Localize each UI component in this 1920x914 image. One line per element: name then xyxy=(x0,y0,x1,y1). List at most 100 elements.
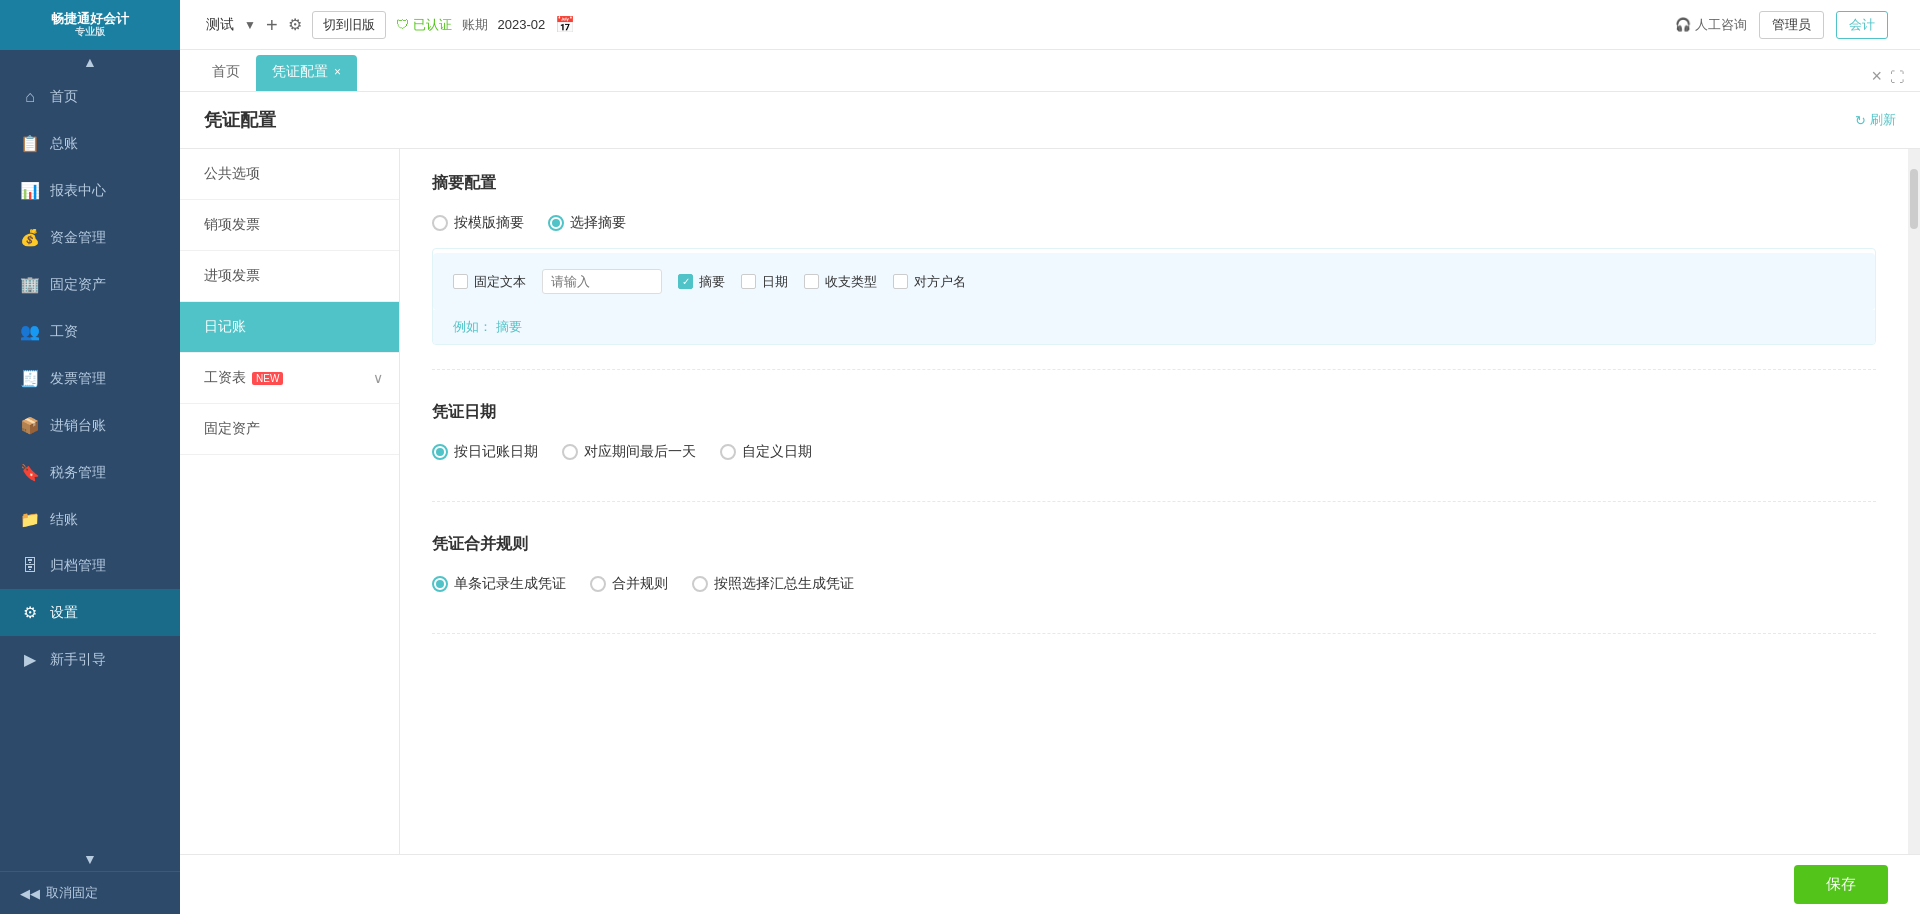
template-summary-option[interactable]: 按模版摘要 xyxy=(432,214,524,232)
menu-payroll-table[interactable]: 工资表 NEW ∨ xyxy=(180,353,399,404)
menu-public-options[interactable]: 公共选项 xyxy=(180,149,399,200)
fixed-text-check[interactable] xyxy=(453,274,468,289)
sidebar-item-capital[interactable]: 💰 资金管理 xyxy=(0,214,180,261)
calendar-icon[interactable]: 📅 xyxy=(555,15,575,34)
logo-main: 畅捷通好会计 xyxy=(51,11,129,27)
home-icon: ⌂ xyxy=(20,88,40,106)
voucher-merge-radio-group: 单条记录生成凭证 合并规则 按照选择汇总生成凭证 xyxy=(432,575,1876,593)
counterparty-check[interactable] xyxy=(893,274,908,289)
sidebar-item-report-center[interactable]: 📊 报表中心 xyxy=(0,167,180,214)
purchase-icon: 📦 xyxy=(20,416,40,435)
invoice-icon: 🧾 xyxy=(20,369,40,388)
scrollbar-thumb xyxy=(1910,169,1918,229)
income-expense-check[interactable] xyxy=(804,274,819,289)
sidebar-item-invoice[interactable]: 🧾 发票管理 xyxy=(0,355,180,402)
select-summary-radio[interactable] xyxy=(548,215,564,231)
right-scrollbar[interactable] xyxy=(1908,149,1920,854)
sidebar-item-tax[interactable]: 🔖 税务管理 xyxy=(0,449,180,496)
settlement-icon: 📁 xyxy=(20,510,40,529)
tab-bar-actions: × ⛶ xyxy=(1871,66,1904,91)
sidebar-item-purchase-sales[interactable]: 📦 进销台账 xyxy=(0,402,180,449)
expand-button[interactable]: ⛶ xyxy=(1890,69,1904,85)
fixed-text-checkbox[interactable]: 固定文本 xyxy=(453,273,526,291)
sidebar-scroll-up[interactable]: ▲ xyxy=(0,50,180,74)
fixed-text-input[interactable] xyxy=(542,269,662,294)
custom-date-option[interactable]: 自定义日期 xyxy=(720,443,812,461)
single-record-radio[interactable] xyxy=(432,576,448,592)
refresh-icon: ↻ xyxy=(1855,113,1866,128)
cancel-fixed-button[interactable]: ◀◀ 取消固定 xyxy=(0,871,180,914)
new-badge: NEW xyxy=(252,372,283,385)
settings-icon-button[interactable]: ⚙ xyxy=(288,15,302,34)
sidebar-item-payroll[interactable]: 👥 工资 xyxy=(0,308,180,355)
switch-old-button[interactable]: 切到旧版 xyxy=(312,11,386,39)
shield-icon: 🛡 xyxy=(396,17,409,32)
single-record-option[interactable]: 单条记录生成凭证 xyxy=(432,575,566,593)
by-selection-option[interactable]: 按照选择汇总生成凭证 xyxy=(692,575,854,593)
sidebar-scroll-down[interactable]: ▼ xyxy=(0,847,180,871)
top-header: 畅捷通好会计 专业版 测试 ▼ + ⚙ 切到旧版 🛡 已认证 账期 2023-0… xyxy=(0,0,1920,50)
example-value: 摘要 xyxy=(496,319,522,334)
date-check[interactable] xyxy=(741,274,756,289)
refresh-button[interactable]: ↻ 刷新 xyxy=(1855,111,1896,129)
select-summary-option[interactable]: 选择摘要 xyxy=(548,214,626,232)
config-main: 摘要配置 按模版摘要 选择摘要 xyxy=(400,149,1908,854)
sidebar-item-general-ledger[interactable]: 📋 总账 xyxy=(0,120,180,167)
logo-sub: 专业版 xyxy=(51,26,129,38)
voucher-merge-title: 凭证合并规则 xyxy=(432,534,1876,555)
assets-icon: 🏢 xyxy=(20,275,40,294)
summary-config-box: 固定文本 ✓ 摘要 日期 xyxy=(432,248,1876,345)
sidebar-item-home[interactable]: ⌂ 首页 xyxy=(0,74,180,120)
menu-fixed-assets[interactable]: 固定资产 xyxy=(180,404,399,455)
ledger-icon: 📋 xyxy=(20,134,40,153)
tab-bar: 首页 凭证配置 × × ⛶ xyxy=(180,50,1920,92)
page-content: 凭证配置 ↻ 刷新 公共选项 销项发票 进项发票 日记账 xyxy=(180,92,1920,914)
sidebar-item-fixed-assets[interactable]: 🏢 固定资产 xyxy=(0,261,180,308)
accountant-button[interactable]: 会计 xyxy=(1836,11,1888,39)
company-name: 测试 xyxy=(206,16,234,34)
close-all-button[interactable]: × xyxy=(1871,66,1882,87)
summary-check[interactable]: ✓ xyxy=(678,274,693,289)
income-expense-checkbox[interactable]: 收支类型 xyxy=(804,273,877,291)
page-title: 凭证配置 xyxy=(204,108,276,132)
admin-button[interactable]: 管理员 xyxy=(1759,11,1824,39)
settings-icon: ⚙ xyxy=(20,603,40,622)
certified-badge: 🛡 已认证 xyxy=(396,16,452,34)
menu-sales-invoice[interactable]: 销项发票 xyxy=(180,200,399,251)
capital-icon: 💰 xyxy=(20,228,40,247)
tab-voucher-config[interactable]: 凭证配置 × xyxy=(256,55,357,91)
tax-icon: 🔖 xyxy=(20,463,40,482)
sidebar: ▲ ⌂ 首页 📋 总账 📊 报表中心 💰 资金管理 xyxy=(0,50,180,914)
template-summary-radio[interactable] xyxy=(432,215,448,231)
voucher-date-section: 凭证日期 按日记账日期 对应期间最后一天 xyxy=(432,402,1876,502)
consult-button[interactable]: 🎧 人工咨询 xyxy=(1675,16,1747,34)
voucher-merge-section: 凭证合并规则 单条记录生成凭证 合并规则 xyxy=(432,534,1876,634)
by-selection-radio[interactable] xyxy=(692,576,708,592)
counterparty-checkbox[interactable]: 对方户名 xyxy=(893,273,966,291)
summary-checkbox[interactable]: ✓ 摘要 xyxy=(678,273,725,291)
merge-rule-radio[interactable] xyxy=(590,576,606,592)
dropdown-icon[interactable]: ▼ xyxy=(244,18,256,32)
last-day-radio[interactable] xyxy=(562,444,578,460)
sidebar-item-settings[interactable]: ⚙ 设置 xyxy=(0,589,180,636)
custom-date-radio[interactable] xyxy=(720,444,736,460)
summary-config-title: 摘要配置 xyxy=(432,173,1876,194)
add-company-button[interactable]: + xyxy=(266,15,278,35)
content-area: 首页 凭证配置 × × ⛶ 凭证配置 ↻ 刷新 xyxy=(180,50,1920,914)
menu-purchase-invoice[interactable]: 进项发票 xyxy=(180,251,399,302)
save-button[interactable]: 保存 xyxy=(1794,865,1888,904)
voucher-date-radio-group: 按日记账日期 对应期间最后一天 自定义日期 xyxy=(432,443,1876,461)
tab-home[interactable]: 首页 xyxy=(196,55,256,91)
pin-icon: ◀◀ xyxy=(20,886,40,901)
sidebar-item-guide[interactable]: ▶ 新手引导 xyxy=(0,636,180,683)
merge-rule-option[interactable]: 合并规则 xyxy=(590,575,668,593)
config-menu: 公共选项 销项发票 进项发票 日记账 工资表 NEW ∨ 固定资产 xyxy=(180,149,400,854)
tab-close-button[interactable]: × xyxy=(334,65,341,79)
sidebar-item-archive[interactable]: 🗄 归档管理 xyxy=(0,543,180,589)
by-journal-date-radio[interactable] xyxy=(432,444,448,460)
last-day-option[interactable]: 对应期间最后一天 xyxy=(562,443,696,461)
menu-journal[interactable]: 日记账 xyxy=(180,302,399,353)
sidebar-item-settlement[interactable]: 📁 结账 xyxy=(0,496,180,543)
date-checkbox[interactable]: 日期 xyxy=(741,273,788,291)
by-journal-date-option[interactable]: 按日记账日期 xyxy=(432,443,538,461)
